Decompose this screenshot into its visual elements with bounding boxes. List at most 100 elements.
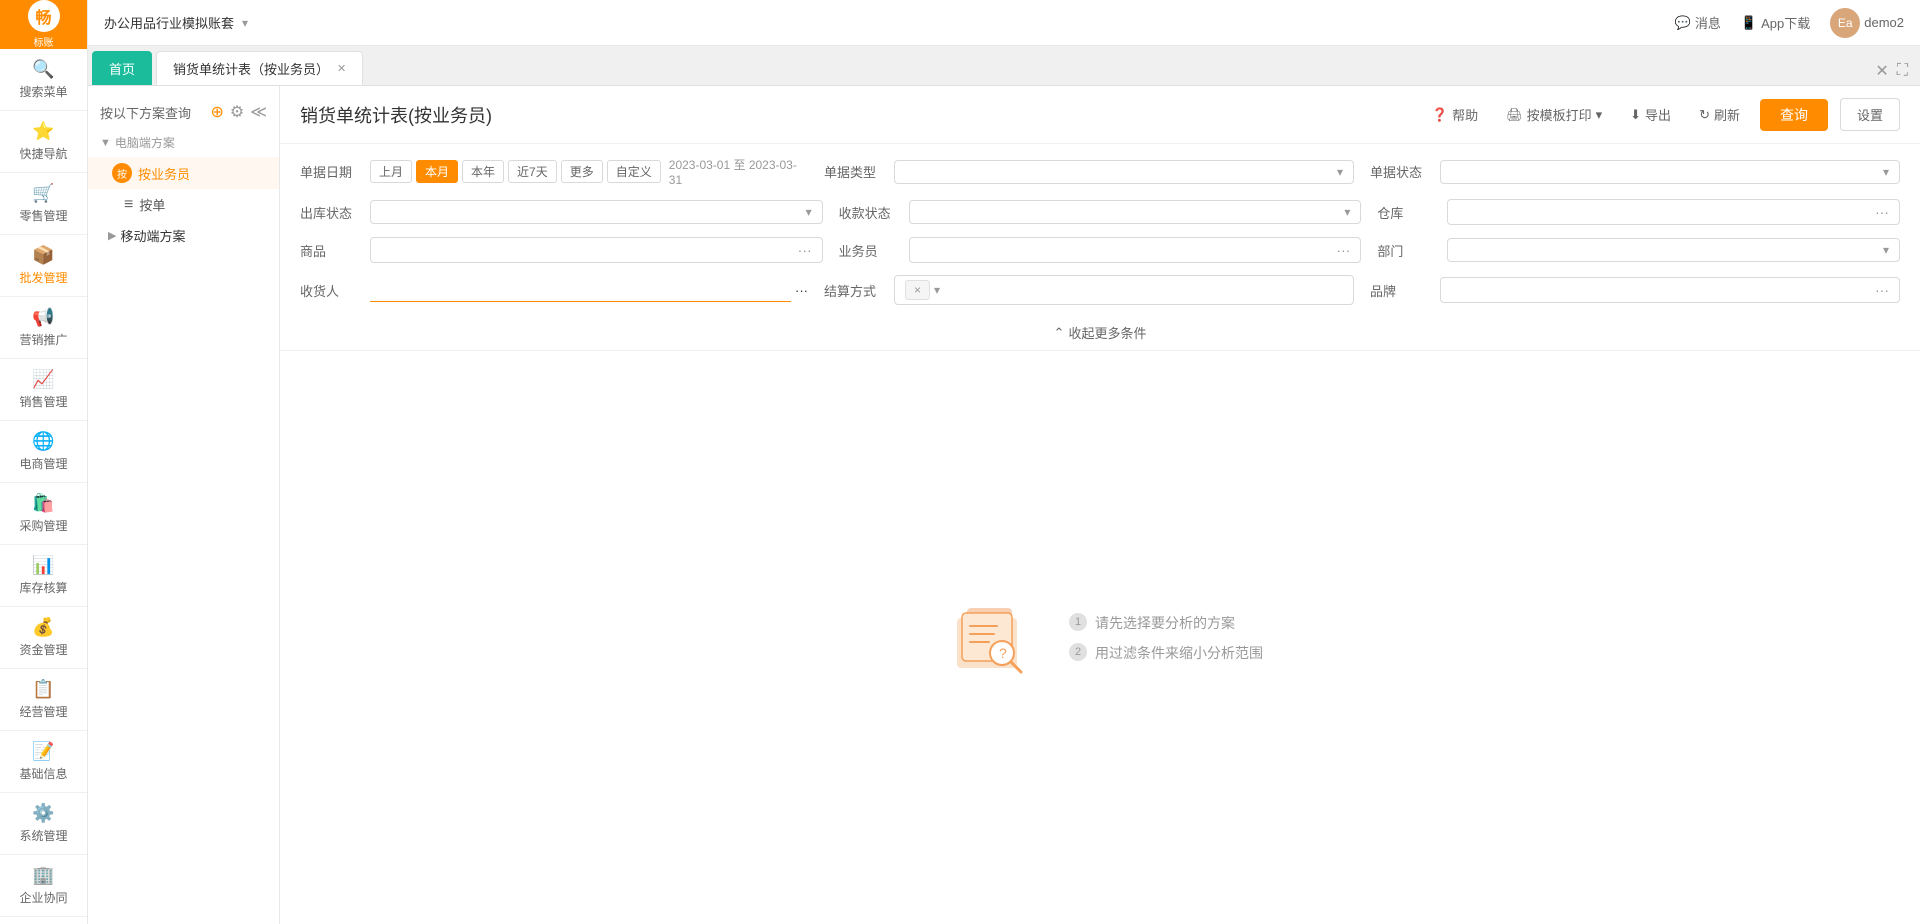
print-button[interactable]: 🖨 按模板打印 ▾ [1498, 101, 1610, 128]
brand-select[interactable]: ··· [1440, 277, 1900, 303]
collapse-panel-icon[interactable]: ≪ [250, 102, 267, 122]
tip-text-2: 用过滤条件来缩小分析范围 [1095, 643, 1263, 663]
brand-dots-icon[interactable]: ··· [1875, 282, 1889, 298]
consignee-dots-icon[interactable]: ··· [795, 283, 808, 298]
date-label: 单据日期 [300, 162, 354, 181]
edit-scheme-icon[interactable]: ⚙ [230, 102, 244, 122]
sidebar-item-wholesale[interactable]: 📦 批发管理 [0, 235, 87, 297]
warehouse-select[interactable]: ··· [1447, 199, 1900, 225]
app-download-button[interactable]: 📱 App下载 [1741, 13, 1810, 32]
settlement-dropdown-icon: ▾ [934, 283, 940, 297]
custom-btn[interactable]: 自定义 [607, 160, 661, 183]
purchase-nav-icon: 🛍️ [32, 493, 54, 514]
add-scheme-icon[interactable]: ⊕ [211, 102, 224, 122]
last-7-btn[interactable]: 近7天 [508, 160, 557, 183]
sidebar-item-retail[interactable]: 🛒 零售管理 [0, 173, 87, 235]
export-label: 导出 [1645, 105, 1671, 124]
scheme-by-salesperson[interactable]: 按 按业务员 [88, 157, 279, 189]
sidebar-item-inventory[interactable]: 📊 库存核算 [0, 545, 87, 607]
help-button[interactable]: ❓ 帮助 [1424, 101, 1486, 128]
sidebar-item-ecommerce[interactable]: 🌐 电商管理 [0, 421, 87, 483]
app-download-label: App下载 [1761, 13, 1810, 32]
maximize-window-icon[interactable]: ⛶ [1897, 62, 1908, 80]
settlement-select[interactable]: × ▾ [894, 275, 1354, 305]
salesperson-dots-icon[interactable]: ··· [1336, 242, 1350, 258]
tabbar: 首页 销货单统计表（按业务员） ✕ ✕ ⛶ [88, 46, 1920, 86]
tip-text-1: 请先选择要分析的方案 [1095, 613, 1235, 633]
export-button[interactable]: ⬇ 导出 [1622, 101, 1679, 128]
goods-select[interactable]: ··· [370, 237, 823, 263]
tab-close-icon[interactable]: ✕ [337, 62, 346, 75]
warehouse-dots-icon[interactable]: ··· [1875, 204, 1889, 220]
tab-sales-stats-label: 销货单统计表（按业务员） [173, 59, 329, 78]
refresh-button[interactable]: ↻ 刷新 [1691, 101, 1748, 128]
doc-status-dropdown-icon: ▾ [1883, 165, 1889, 179]
collapse-button[interactable]: ⌃ 收起更多条件 [300, 317, 1900, 350]
query-button[interactable]: 查询 [1760, 99, 1828, 131]
consignee-input[interactable] [370, 278, 791, 302]
sidebar-label-retail: 零售管理 [19, 207, 67, 224]
finance-nav-icon: 💰 [32, 617, 54, 638]
ship-status-select[interactable]: ▾ [370, 200, 823, 224]
doc-type-label: 单据类型 [824, 162, 878, 181]
this-month-btn[interactable]: 本月 [416, 160, 458, 183]
sidebar-item-newguide[interactable]: 🧭 新手引导 [0, 917, 87, 924]
app-name: 办公用品行业模拟账套 [104, 13, 234, 32]
sidebar-item-marketing[interactable]: 📢 营销推广 [0, 297, 87, 359]
user-profile[interactable]: Ea demo2 [1830, 8, 1904, 38]
doc-type-select[interactable]: ▾ [894, 160, 1354, 184]
sidebar-item-finance[interactable]: 💰 资金管理 [0, 607, 87, 669]
sidebar-label-wholesale: 批发管理 [19, 269, 67, 286]
doc-status-select[interactable]: ▾ [1440, 160, 1900, 184]
sidebar-label-operations: 经营管理 [19, 703, 67, 720]
settings-button[interactable]: 设置 [1840, 98, 1900, 131]
refresh-label: 刷新 [1714, 105, 1740, 124]
this-year-btn[interactable]: 本年 [462, 160, 504, 183]
sidebar-label-marketing: 营销推广 [19, 331, 67, 348]
salesperson-select[interactable]: ··· [909, 237, 1362, 263]
mobile-section[interactable]: ▶ 移动端方案 [88, 220, 279, 251]
sidebar-label-ecommerce: 电商管理 [19, 455, 67, 472]
message-icon: 💬 [1675, 15, 1691, 31]
date-field: 上月 本月 本年 近7天 更多 自定义 2023-03-01 至 2023-03… [370, 156, 808, 187]
collapse-chevron-icon: ⌃ [1054, 325, 1065, 341]
sidebar-item-purchase[interactable]: 🛍️ 采购管理 [0, 483, 87, 545]
tab-home[interactable]: 首页 [92, 51, 152, 85]
message-button[interactable]: 💬 消息 [1675, 13, 1721, 32]
desktop-arrow-icon[interactable]: ▼ [100, 137, 111, 149]
retail-nav-icon: 🛒 [32, 183, 54, 204]
scheme-by-order[interactable]: ≡ 按单 [88, 189, 279, 220]
tab-sales-stats[interactable]: 销货单统计表（按业务员） ✕ [156, 51, 363, 85]
app-dropdown-icon[interactable]: ▾ [242, 16, 248, 30]
user-name: demo2 [1864, 15, 1904, 30]
system-nav-icon: ⚙️ [32, 803, 54, 824]
empty-state: ? 1 请先选择要分析的方案 2 用过滤条件来缩小分析范围 [280, 351, 1920, 924]
empty-tip-1: 1 请先选择要分析的方案 [1069, 613, 1263, 633]
sidebar-item-sales[interactable]: 📈 销售管理 [0, 359, 87, 421]
sidebar-item-enterprise[interactable]: 🏢 企业协同 [0, 855, 87, 917]
last-month-btn[interactable]: 上月 [370, 160, 412, 183]
sidebar-item-operations[interactable]: 📋 经营管理 [0, 669, 87, 731]
close-window-icon[interactable]: ✕ [1875, 61, 1888, 81]
sidebar-item-shortcut[interactable]: ⭐ 快捷导航 [0, 111, 87, 173]
settlement-tag-close-icon[interactable]: × [914, 283, 921, 297]
dept-select[interactable]: ▾ [1447, 238, 1900, 262]
avatar: Ea [1830, 8, 1860, 38]
desktop-section: ▼ 电脑端方案 [88, 128, 279, 157]
svg-text:?: ? [999, 645, 1007, 661]
sidebar-item-search[interactable]: 🔍 搜索菜单 [0, 49, 87, 111]
enterprise-nav-icon: 🏢 [32, 865, 54, 886]
more-btn[interactable]: 更多 [561, 160, 603, 183]
goods-dots-icon[interactable]: ··· [798, 242, 812, 258]
order-scheme-label: 按单 [139, 195, 165, 214]
print-dropdown-icon[interactable]: ▾ [1596, 107, 1603, 123]
empty-tip-2: 2 用过滤条件来缩小分析范围 [1069, 643, 1263, 663]
salesperson-label: 业务员 [839, 241, 893, 260]
payment-status-select[interactable]: ▾ [909, 200, 1362, 224]
sidebar-item-system[interactable]: ⚙️ 系统管理 [0, 793, 87, 855]
sidebar-item-basic[interactable]: 📝 基础信息 [0, 731, 87, 793]
topbar-right: 💬 消息 📱 App下载 Ea demo2 [1675, 8, 1904, 38]
empty-illustration: ? [937, 588, 1037, 688]
filter-row-1: 单据日期 上月 本月 本年 近7天 更多 自定义 2023-03-01 至 20… [300, 156, 1900, 187]
consignee-label: 收货人 [300, 281, 354, 300]
